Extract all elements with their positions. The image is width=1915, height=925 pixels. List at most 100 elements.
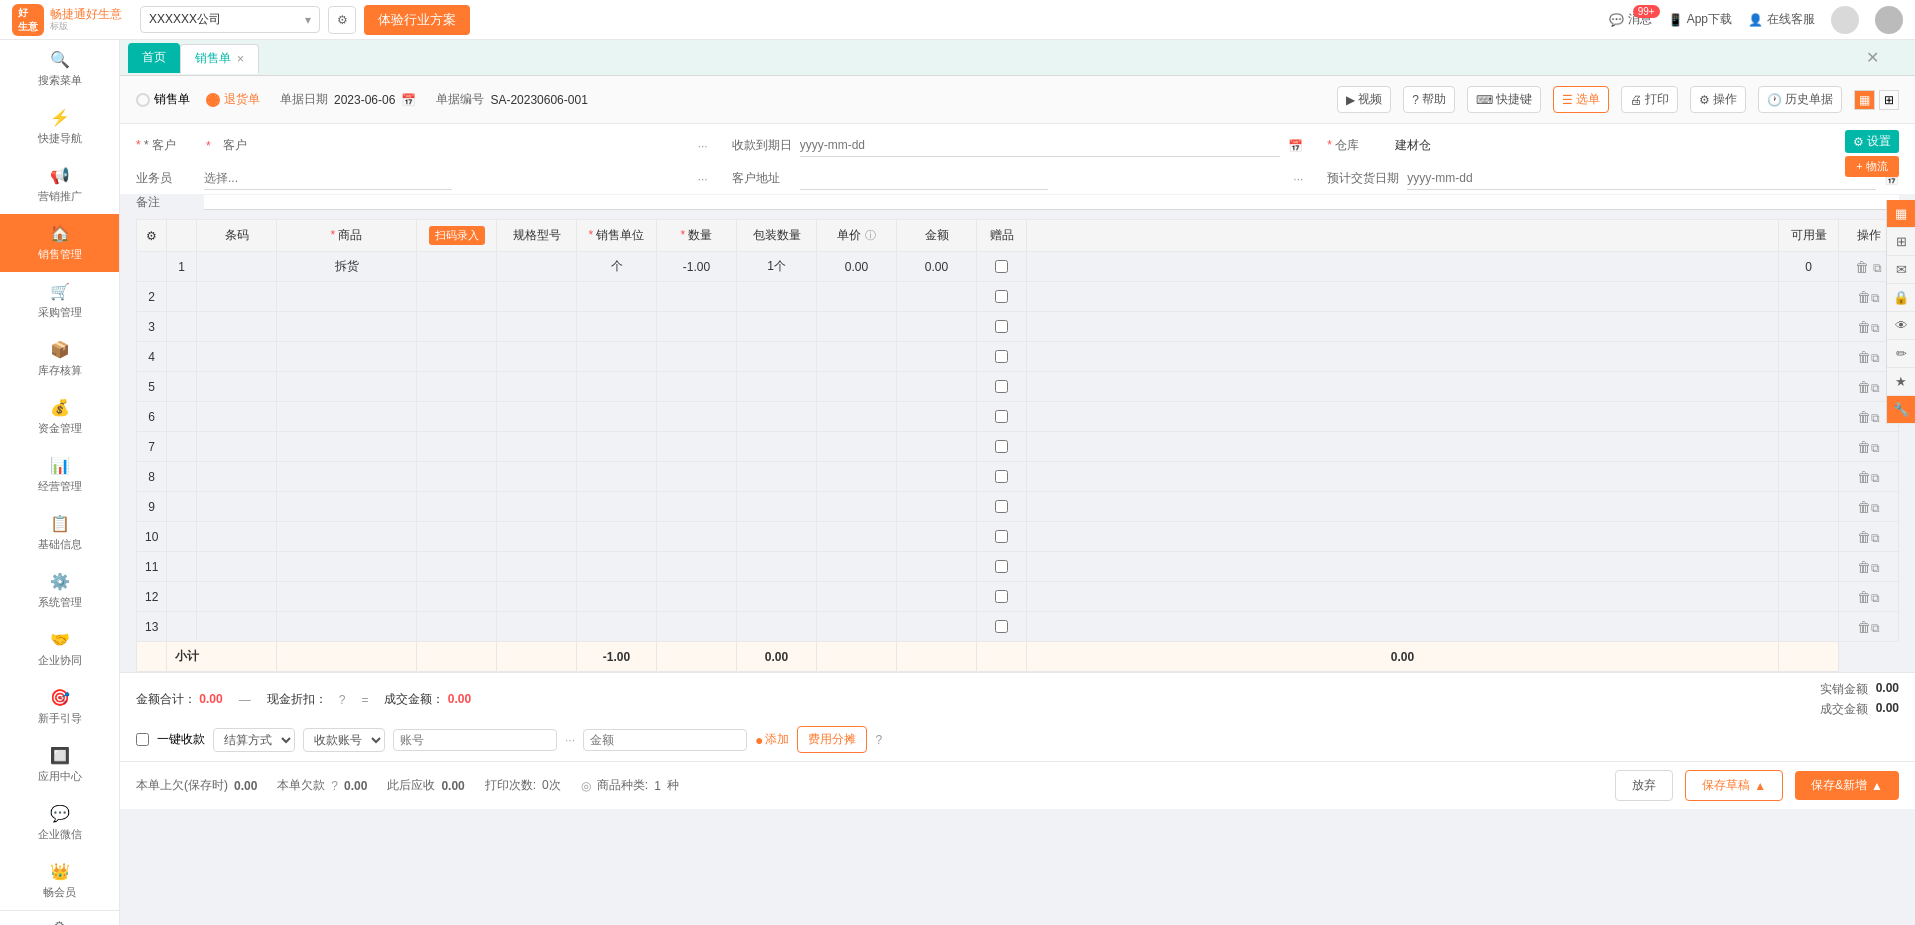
sidebar-item-basic[interactable]: 📋 基础信息 (0, 504, 119, 562)
sidebar-item-search[interactable]: 🔍 搜索菜单 (0, 40, 119, 98)
delete-row-2-button[interactable]: 🗑 (1857, 289, 1871, 305)
expense-split-button[interactable]: 费用分摊 (797, 726, 867, 753)
avatar2[interactable] (1875, 6, 1903, 34)
sidebar-item-appstore[interactable]: 🔲 应用中心 (0, 736, 119, 794)
copy-row-2-button[interactable]: ⧉ (1871, 291, 1880, 305)
delete-row-1-button[interactable]: 🗑 (1855, 259, 1869, 275)
gift-checkbox-3[interactable] (995, 320, 1008, 333)
gift-checkbox-5[interactable] (995, 380, 1008, 393)
one-click-collect-checkbox[interactable] (136, 733, 149, 746)
rp-star-icon[interactable]: ★ (1887, 368, 1915, 396)
settings-action-button[interactable]: ⚙ 设置 (1845, 130, 1899, 153)
customer-address-input[interactable] (800, 167, 1048, 190)
layout-grid-icon[interactable]: ⊞ (1879, 90, 1899, 110)
discard-button[interactable]: 放弃 (1615, 770, 1673, 801)
print-button[interactable]: 🖨 打印 (1621, 86, 1678, 113)
gift-checkbox-4[interactable] (995, 350, 1008, 363)
sidebar-settings-button[interactable]: ⚙ (0, 911, 119, 925)
gift-checkbox-8[interactable] (995, 470, 1008, 483)
delete-row-6-button[interactable]: 🗑 (1857, 409, 1871, 425)
sales-order-radio[interactable]: 销售单 (136, 91, 190, 108)
copy-row-1-button[interactable]: ⧉ (1873, 261, 1882, 275)
help-button[interactable]: ? 帮助 (1403, 86, 1455, 113)
calc-method-select[interactable]: 结算方式 (213, 728, 295, 752)
sidebar-item-guide[interactable]: 🎯 新手引导 (0, 678, 119, 736)
delete-row-5-button[interactable]: 🗑 (1857, 379, 1871, 395)
avatar[interactable] (1831, 6, 1859, 34)
shortcut-button[interactable]: ⌨ 快捷键 (1467, 86, 1541, 113)
gift-checkbox-11[interactable] (995, 560, 1008, 573)
video-button[interactable]: ▶ 视频 (1337, 86, 1391, 113)
sidebar-item-corp[interactable]: 🤝 企业协同 (0, 620, 119, 678)
delete-row-12-button[interactable]: 🗑 (1857, 589, 1871, 605)
rp-eye-icon[interactable]: 👁 (1887, 312, 1915, 340)
payment-due-input[interactable] (800, 134, 1281, 157)
copy-row-5-button[interactable]: ⧉ (1871, 381, 1880, 395)
sidebar-item-shortcut[interactable]: ⚡ 快捷导航 (0, 98, 119, 156)
tab-close-icon[interactable]: × (237, 52, 244, 66)
calendar-icon[interactable]: 📅 (401, 93, 416, 107)
notes-input[interactable] (204, 195, 1899, 210)
sidebar-item-inventory[interactable]: 📦 库存核算 (0, 330, 119, 388)
gift-checkbox-6[interactable] (995, 410, 1008, 423)
sidebar-item-member[interactable]: 👑 畅会员 (0, 852, 119, 910)
rp-layout1-icon[interactable]: ▦ (1887, 200, 1915, 228)
operation-button[interactable]: ⚙ 操作 (1690, 86, 1746, 113)
delete-row-8-button[interactable]: 🗑 (1857, 469, 1871, 485)
address-dots[interactable]: ··· (1056, 172, 1304, 186)
copy-row-12-button[interactable]: ⧉ (1871, 591, 1880, 605)
gift-checkbox-1[interactable] (995, 260, 1008, 273)
save-draft-button[interactable]: 保存草稿 ▲ (1685, 770, 1783, 801)
delete-row-9-button[interactable]: 🗑 (1857, 499, 1871, 515)
delete-row-3-button[interactable]: 🗑 (1857, 319, 1871, 335)
tab-home[interactable]: 首页 (128, 43, 180, 73)
copy-row-7-button[interactable]: ⧉ (1871, 441, 1880, 455)
gift-checkbox-7[interactable] (995, 440, 1008, 453)
gift-checkbox-12[interactable] (995, 590, 1008, 603)
sidebar-item-operation[interactable]: 📊 经营管理 (0, 446, 119, 504)
copy-row-3-button[interactable]: ⧉ (1871, 321, 1880, 335)
sidebar-item-purchase[interactable]: 🛒 采购管理 (0, 272, 119, 330)
history-button[interactable]: 🕐 历史单据 (1758, 86, 1842, 113)
layout-table-icon[interactable]: ▦ (1854, 90, 1875, 110)
rp-tool-icon[interactable]: 🔧 (1887, 396, 1915, 424)
window-close-icon[interactable]: ✕ (1866, 49, 1879, 66)
owe-help-icon[interactable]: ? (331, 779, 338, 793)
company-selector[interactable]: XXXXXX公司 ▾ (140, 6, 320, 33)
copy-row-4-button[interactable]: ⧉ (1871, 351, 1880, 365)
account-no-input[interactable] (393, 729, 557, 751)
delete-row-11-button[interactable]: 🗑 (1857, 559, 1871, 575)
delete-row-10-button[interactable]: 🗑 (1857, 529, 1871, 545)
col-settings[interactable]: ⚙ (137, 220, 167, 252)
filter-button[interactable]: ☰ 选单 (1553, 86, 1609, 113)
sidebar-item-marketing[interactable]: 📢 营销推广 (0, 156, 119, 214)
return-order-radio[interactable]: 退货单 (206, 91, 260, 108)
customer-input[interactable]: ··· (255, 139, 708, 153)
rp-layout2-icon[interactable]: ⊞ (1887, 228, 1915, 256)
rp-lock-icon[interactable]: 🔒 (1887, 284, 1915, 312)
save-new-button[interactable]: 保存&新增 ▲ (1795, 771, 1899, 800)
salesperson-input[interactable] (204, 167, 452, 190)
add-payment-button[interactable]: ● 添加 (755, 731, 789, 748)
messages-button[interactable]: 💬 消息 99+ (1609, 11, 1652, 28)
tab-sales-order[interactable]: 销售单 × (180, 44, 259, 74)
calendar2-icon[interactable]: 📅 (1288, 139, 1303, 153)
expense-help-icon[interactable]: ? (875, 733, 882, 747)
copy-row-8-button[interactable]: ⧉ (1871, 471, 1880, 485)
rp-email-icon[interactable]: ✉ (1887, 256, 1915, 284)
sidebar-item-wechat[interactable]: 💬 企业微信 (0, 794, 119, 852)
amount-input[interactable] (583, 729, 747, 751)
delete-row-7-button[interactable]: 🗑 (1857, 439, 1871, 455)
copy-row-9-button[interactable]: ⧉ (1871, 501, 1880, 515)
expected-delivery-input[interactable] (1407, 167, 1876, 190)
copy-row-6-button[interactable]: ⧉ (1871, 411, 1880, 425)
gift-checkbox-2[interactable] (995, 290, 1008, 303)
delete-row-13-button[interactable]: 🗑 (1857, 619, 1871, 635)
copy-row-10-button[interactable]: ⧉ (1871, 531, 1880, 545)
gift-checkbox-10[interactable] (995, 530, 1008, 543)
scan-button[interactable]: 扫码录入 (429, 226, 485, 245)
salesperson-dots[interactable]: ··· (460, 172, 708, 186)
gift-checkbox-13[interactable] (995, 620, 1008, 633)
online-service-button[interactable]: 👤 在线客服 (1748, 11, 1815, 28)
gift-checkbox-9[interactable] (995, 500, 1008, 513)
